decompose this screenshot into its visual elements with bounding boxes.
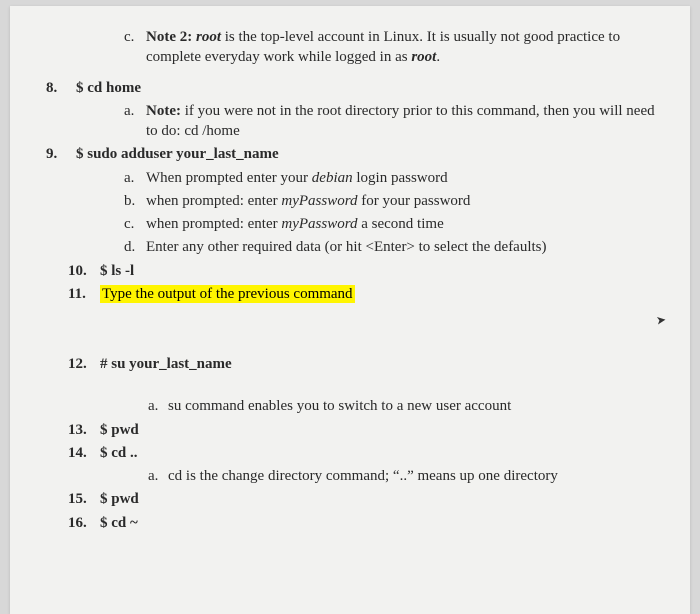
text: When prompted enter your debian login pa… — [146, 168, 662, 188]
step-16: 16. $ cd ~ — [38, 513, 662, 533]
step-number: 11. — [68, 284, 86, 304]
text: Enter any other required data (or hit <E… — [146, 237, 662, 257]
text: when prompted: enter myPassword a second… — [146, 214, 662, 234]
highlighted-text: Type the output of the previous command — [100, 285, 355, 303]
step-text: $ cd ~ — [100, 513, 662, 533]
text: Note: if you were not in the root direct… — [146, 101, 662, 142]
text: cd is the change directory command; “..”… — [168, 466, 662, 486]
step-number: 16. — [68, 513, 87, 533]
sub-label: a. — [124, 168, 134, 188]
text: su command enables you to switch to a ne… — [168, 396, 662, 416]
italic-term: debian — [312, 170, 353, 186]
step-number: 15. — [68, 489, 87, 509]
pre: When prompted enter your — [146, 170, 312, 186]
step-text: $ cd home — [76, 78, 662, 98]
step-text: $ pwd — [100, 489, 662, 509]
step-13: 13. $ pwd — [38, 420, 662, 440]
document-page: c. Note 2: root is the top-level account… — [10, 6, 690, 614]
step-9c: c. when prompted: enter myPassword a sec… — [38, 214, 662, 234]
sub-label: b. — [124, 191, 135, 211]
note-prefix: Note 2: — [146, 29, 192, 45]
step-12a: a. su command enables you to switch to a… — [38, 396, 662, 416]
italic-term: myPassword — [281, 193, 357, 209]
post: login password — [353, 170, 448, 186]
step-9b: b. when prompted: enter myPassword for y… — [38, 191, 662, 211]
step-text-wrapper: Type the output of the previous command — [100, 284, 662, 304]
pre: when prompted: enter — [146, 216, 281, 232]
step-8a: a. Note: if you were not in the root dir… — [38, 101, 662, 142]
step-text: # su your_last_name — [100, 354, 662, 374]
step-text: $ pwd — [100, 420, 662, 440]
post: for your password — [358, 193, 471, 209]
text: when prompted: enter myPassword for your… — [146, 191, 662, 211]
step-number: 13. — [68, 420, 87, 440]
step-number: 10. — [68, 261, 87, 281]
step-9a: a. When prompted enter your debian login… — [38, 168, 662, 188]
sub-item-c-note2: c. Note 2: root is the top-level account… — [38, 27, 662, 68]
italic-term: myPassword — [281, 216, 357, 232]
step-15: 15. $ pwd — [38, 489, 662, 509]
text-end: . — [436, 49, 440, 65]
sub-label: a. — [148, 466, 158, 486]
sub-label: c. — [124, 214, 134, 234]
step-9: 9. $ sudo adduser your_last_name — [38, 144, 662, 164]
step-number: 8. — [46, 78, 57, 98]
step-text: $ ls -l — [100, 261, 662, 281]
note-prefix: Note: — [146, 103, 181, 119]
spacer — [38, 307, 662, 351]
step-10: 10. $ ls -l — [38, 261, 662, 281]
step-12: 12. # su your_last_name — [38, 354, 662, 374]
root-term: root — [196, 29, 221, 45]
post: a second time — [358, 216, 444, 232]
step-text: $ sudo adduser your_last_name — [76, 144, 662, 164]
step-14a: a. cd is the change directory command; “… — [38, 466, 662, 486]
step-11: 11. Type the output of the previous comm… — [38, 284, 662, 304]
step-number: 14. — [68, 443, 87, 463]
text-body: if you were not in the root directory pr… — [146, 103, 655, 139]
sub-label: a. — [148, 396, 158, 416]
cursor-icon: ➤ — [655, 311, 667, 328]
step-14: 14. $ cd .. — [38, 443, 662, 463]
step-8: 8. $ cd home — [38, 78, 662, 98]
sub-label: a. — [124, 101, 134, 121]
step-text: $ cd .. — [100, 443, 662, 463]
spacer-small — [38, 377, 662, 393]
root-term-2: root — [411, 49, 436, 65]
sub-label: c. — [124, 27, 134, 47]
step-number: 9. — [46, 144, 57, 164]
text: Note 2: root is the top-level account in… — [146, 27, 662, 68]
step-number: 12. — [68, 354, 87, 374]
sub-label: d. — [124, 237, 135, 257]
step-9d: d. Enter any other required data (or hit… — [38, 237, 662, 257]
pre: when prompted: enter — [146, 193, 281, 209]
